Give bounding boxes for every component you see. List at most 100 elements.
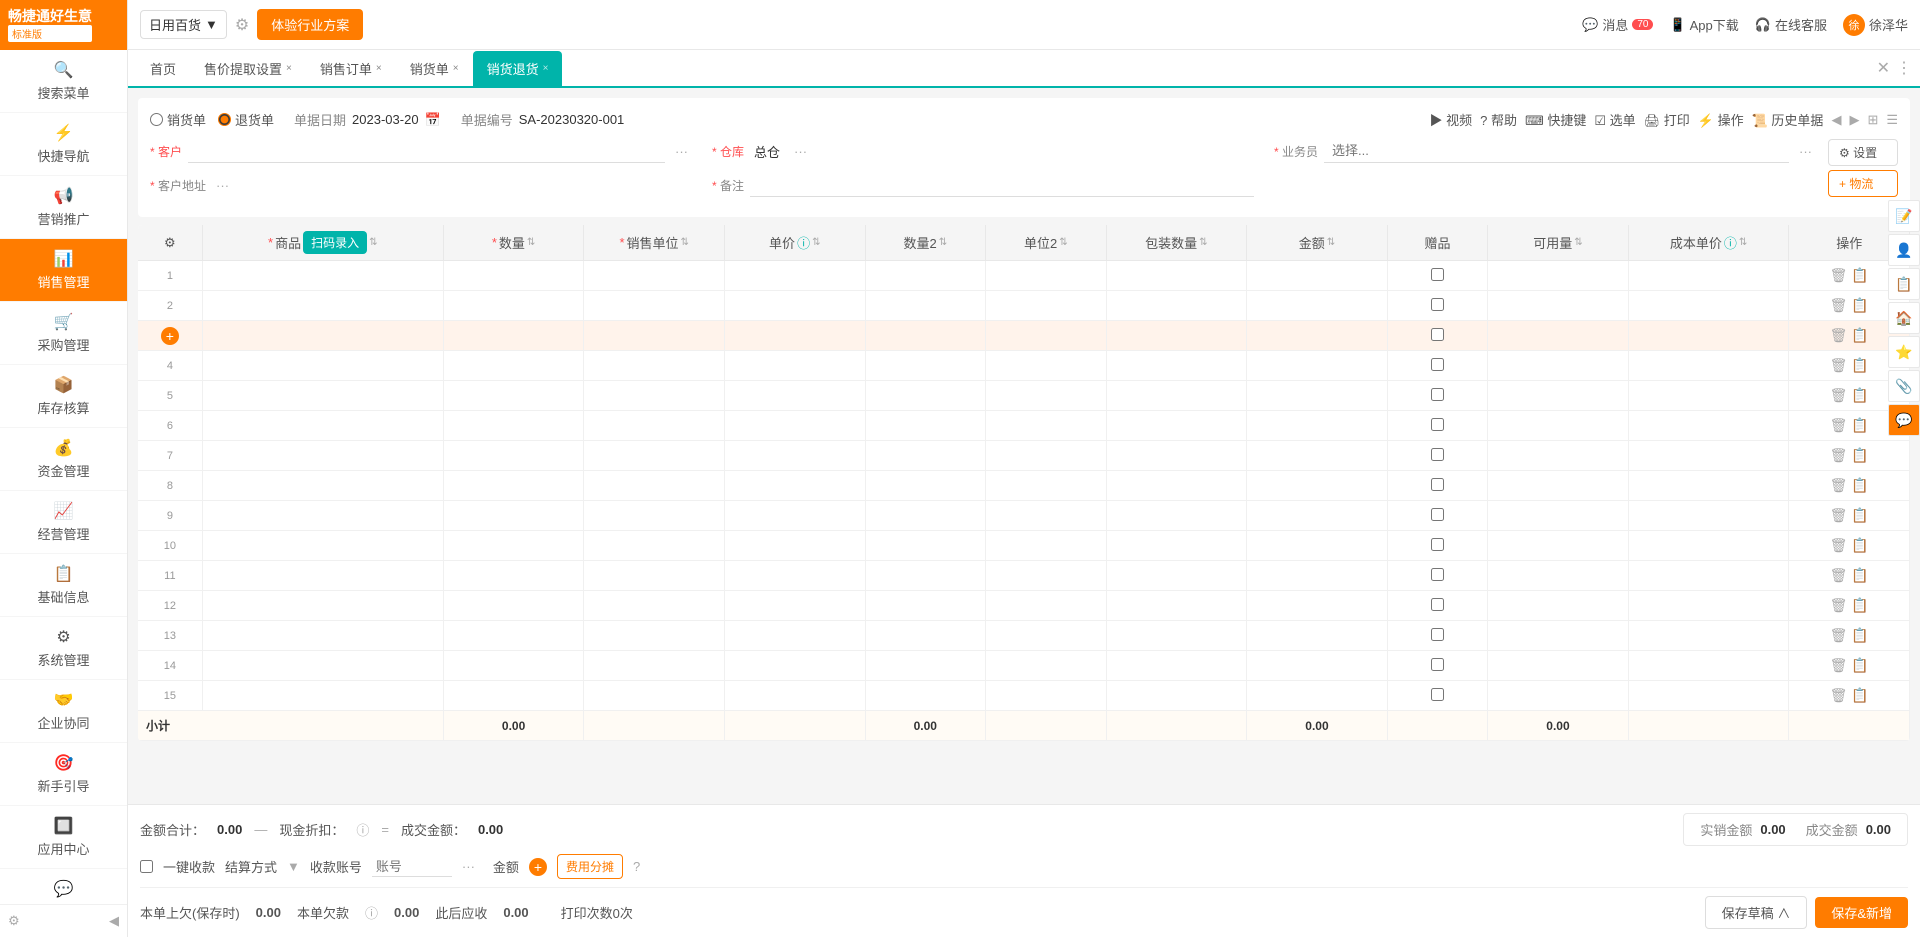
row-gift-13[interactable]	[1387, 621, 1487, 651]
row-amount-2[interactable]	[1247, 291, 1388, 321]
gift-checkbox-2[interactable]	[1431, 298, 1444, 311]
sidebar-settings-icon[interactable]: ⚙	[8, 913, 20, 929]
warehouse-select-icon[interactable]: ···	[790, 144, 811, 159]
product-input-8[interactable]	[207, 479, 439, 493]
copy-icon-3[interactable]: 📋	[1851, 327, 1868, 344]
row-qty-7[interactable]	[443, 441, 584, 471]
row-unit-8[interactable]	[584, 471, 725, 501]
row-price-13[interactable]	[724, 621, 865, 651]
row-pack-14[interactable]	[1106, 651, 1247, 681]
trial-button[interactable]: 体验行业方案	[257, 9, 363, 40]
save-new-button[interactable]: 保存&新增	[1815, 897, 1908, 928]
copy-icon-11[interactable]: 📋	[1851, 567, 1868, 584]
gift-checkbox-14[interactable]	[1431, 658, 1444, 671]
row-gift-9[interactable]	[1387, 501, 1487, 531]
delete-icon-13[interactable]: 🗑	[1830, 627, 1848, 644]
row-unit-7[interactable]	[584, 441, 725, 471]
row-amount-11[interactable]	[1247, 561, 1388, 591]
row-product-6[interactable]	[202, 411, 443, 441]
row-qty2-12[interactable]	[865, 591, 986, 621]
row-qty2-10[interactable]	[865, 531, 986, 561]
row-cost-13[interactable]	[1628, 621, 1789, 651]
row-qty2-8[interactable]	[865, 471, 986, 501]
row-pack-13[interactable]	[1106, 621, 1247, 651]
row-qty-10[interactable]	[443, 531, 584, 561]
logistics-button[interactable]: + 物流	[1828, 170, 1898, 197]
row-product-9[interactable]	[202, 501, 443, 531]
row-qty-6[interactable]	[443, 411, 584, 441]
row-cost-10[interactable]	[1628, 531, 1789, 561]
row-avail-4[interactable]	[1488, 351, 1629, 381]
copy-icon-1[interactable]: 📋	[1851, 267, 1868, 284]
row-unit-1[interactable]	[584, 261, 725, 291]
sidebar-item-finance[interactable]: 💰 资金管理	[0, 428, 127, 491]
row-product-13[interactable]	[202, 621, 443, 651]
tab-price-close-icon[interactable]: ×	[286, 63, 292, 74]
business-select[interactable]: 日用百货 ▼	[140, 10, 227, 39]
gift-checkbox-7[interactable]	[1431, 448, 1444, 461]
copy-icon-15[interactable]: 📋	[1851, 687, 1868, 704]
delete-icon-8[interactable]: 🗑	[1830, 477, 1848, 494]
th-price[interactable]: 单价 ⓘ ⇅	[724, 225, 865, 261]
row-unit2-14[interactable]	[986, 651, 1107, 681]
row-avail-14[interactable]	[1488, 651, 1629, 681]
sidebar-item-basics[interactable]: 📋 基础信息	[0, 554, 127, 617]
row-price-11[interactable]	[724, 561, 865, 591]
select-btn[interactable]: ☑ 选单	[1594, 110, 1635, 129]
row-gift-7[interactable]	[1387, 441, 1487, 471]
row-unit2-2[interactable]	[986, 291, 1107, 321]
th-unit2[interactable]: 单位2 ⇅	[986, 225, 1107, 261]
row-amount-14[interactable]	[1247, 651, 1388, 681]
gift-checkbox-6[interactable]	[1431, 418, 1444, 431]
copy-icon-6[interactable]: 📋	[1851, 417, 1868, 434]
th-qty2[interactable]: 数量2 ⇅	[865, 225, 986, 261]
row-qty-2[interactable]	[443, 291, 584, 321]
delete-icon-5[interactable]: 🗑	[1830, 387, 1848, 404]
row-qty2-13[interactable]	[865, 621, 986, 651]
row-avail-12[interactable]	[1488, 591, 1629, 621]
row-pack-10[interactable]	[1106, 531, 1247, 561]
row-unit-10[interactable]	[584, 531, 725, 561]
product-input-11[interactable]	[207, 569, 439, 583]
row-product-12[interactable]	[202, 591, 443, 621]
row-price-6[interactable]	[724, 411, 865, 441]
shortcut-btn[interactable]: ⌨ 快捷键	[1525, 110, 1586, 129]
row-avail-15[interactable]	[1488, 681, 1629, 711]
product-input-15[interactable]	[207, 689, 439, 703]
row-unit-5[interactable]	[584, 381, 725, 411]
th-qty[interactable]: * 数量 ⇅	[443, 225, 584, 261]
address-select-icon[interactable]: ···	[212, 178, 233, 193]
tab-sales-close-icon[interactable]: ×	[453, 63, 459, 74]
delete-icon-15[interactable]: 🗑	[1830, 687, 1848, 704]
gift-checkbox-13[interactable]	[1431, 628, 1444, 641]
row-pack-1[interactable]	[1106, 261, 1247, 291]
row-pack-7[interactable]	[1106, 441, 1247, 471]
tab-sales[interactable]: 销货单 ×	[396, 51, 473, 86]
row-cost-8[interactable]	[1628, 471, 1789, 501]
row-price-4[interactable]	[724, 351, 865, 381]
row-unit2-10[interactable]	[986, 531, 1107, 561]
app-download-button[interactable]: 📱 App下载	[1669, 15, 1738, 34]
delete-icon-7[interactable]: 🗑	[1830, 447, 1848, 464]
copy-icon-8[interactable]: 📋	[1851, 477, 1868, 494]
row-unit-4[interactable]	[584, 351, 725, 381]
help-btn[interactable]: ? 帮助	[1480, 110, 1517, 129]
row-qty-11[interactable]	[443, 561, 584, 591]
row-unit2-12[interactable]	[986, 591, 1107, 621]
add-row-button[interactable]: +	[161, 327, 179, 345]
user-avatar[interactable]: 徐 徐泽华	[1843, 14, 1908, 36]
row-product-7[interactable]	[202, 441, 443, 471]
float-btn-4[interactable]: 🏠	[1888, 302, 1920, 334]
copy-icon-12[interactable]: 📋	[1851, 597, 1868, 614]
row-gift-10[interactable]	[1387, 531, 1487, 561]
row-price-10[interactable]	[724, 531, 865, 561]
sidebar-collapse-icon[interactable]: ◀	[109, 913, 119, 929]
row-unit-2[interactable]	[584, 291, 725, 321]
row-pack-8[interactable]	[1106, 471, 1247, 501]
delete-icon-2[interactable]: 🗑	[1830, 297, 1848, 314]
fee-info-icon[interactable]: ?	[633, 859, 640, 874]
product-input-10[interactable]	[207, 539, 439, 553]
row-qty-13[interactable]	[443, 621, 584, 651]
row-amount-5[interactable]	[1247, 381, 1388, 411]
row-product-11[interactable]	[202, 561, 443, 591]
